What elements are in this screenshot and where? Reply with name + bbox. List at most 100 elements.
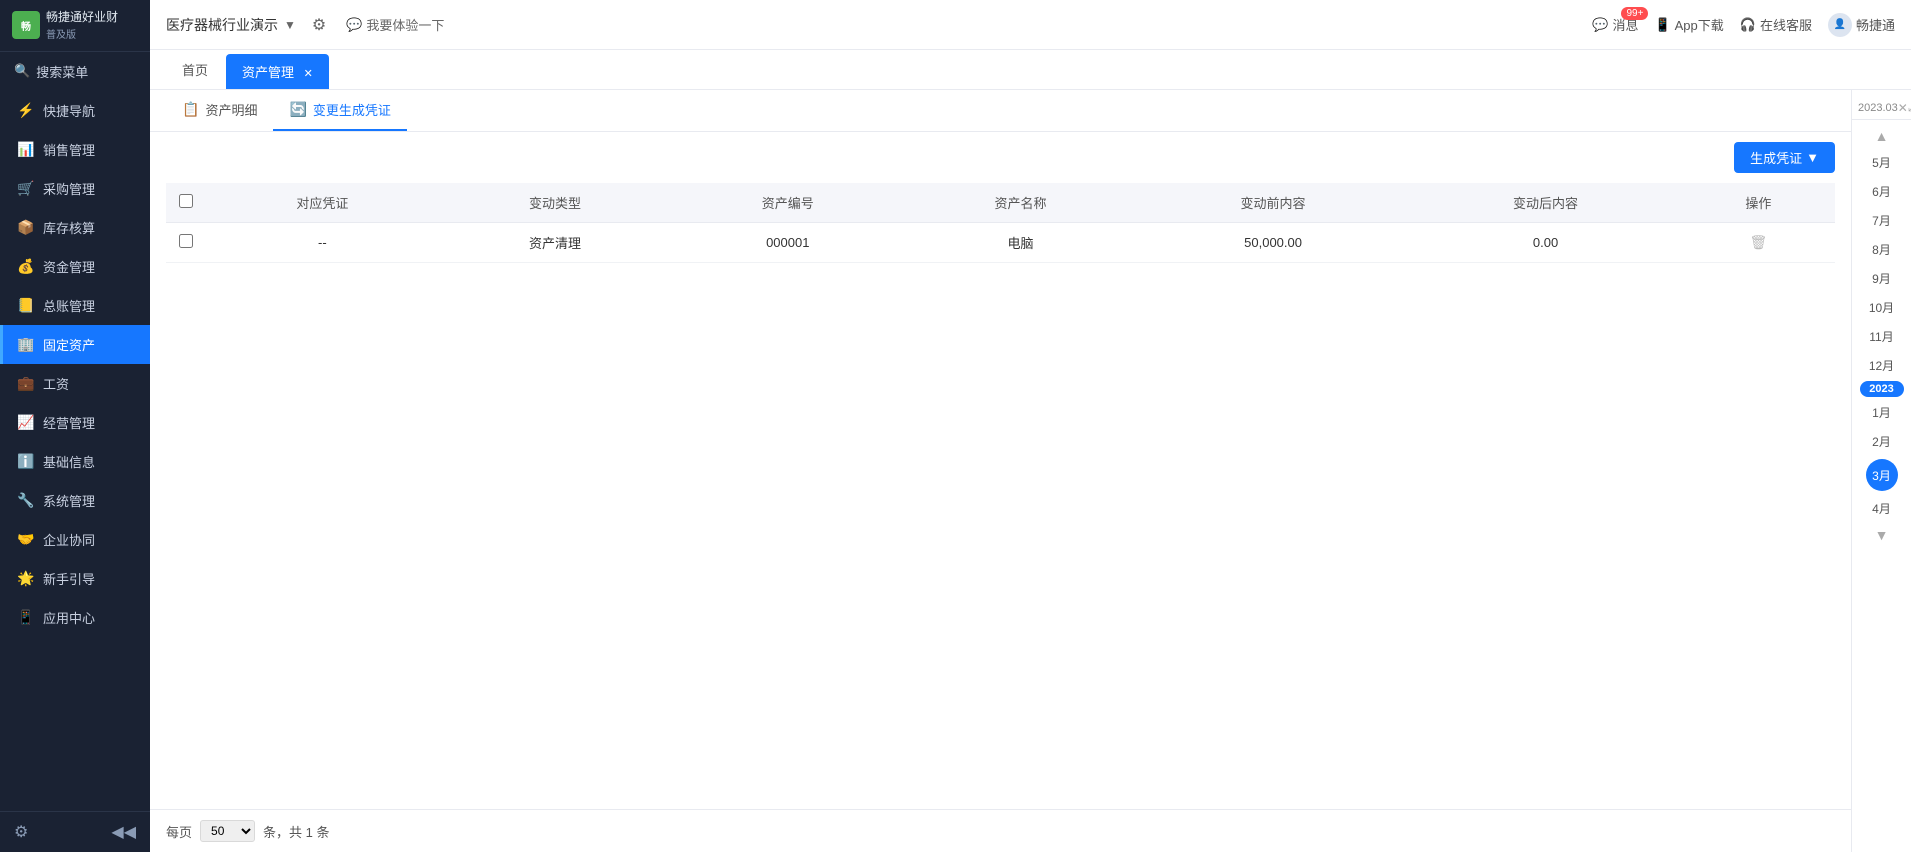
table-row: -- 资产清理 000001 电脑 xyxy=(166,223,1835,263)
logo-text: 畅捷通好业财 普及版 xyxy=(46,10,118,41)
online-service-btn[interactable]: 🎧 在线客服 xyxy=(1740,15,1812,34)
row-after-change: 0.00 xyxy=(1409,223,1682,263)
month-5[interactable]: 5月 xyxy=(1860,149,1904,176)
sidebar-item-ledger[interactable]: 📒 总账管理 xyxy=(0,286,150,325)
sidebar-item-sales[interactable]: 📊 销售管理 xyxy=(0,130,150,169)
funds-icon: 💰 xyxy=(17,258,35,275)
sidebar-item-purchase[interactable]: 🛒 采购管理 xyxy=(0,169,150,208)
table-header-row: 对应凭证 变动类型 资产编号 资产名称 xyxy=(166,183,1835,223)
sidebar-item-system[interactable]: 🔧 系统管理 xyxy=(0,481,150,520)
tab-change-voucher[interactable]: 🔄 变更生成凭证 xyxy=(273,90,406,131)
month-2023-2[interactable]: 2月 xyxy=(1860,428,1904,455)
month-2023-4[interactable]: 4月 xyxy=(1860,495,1904,522)
month-12[interactable]: 12月 xyxy=(1860,352,1904,379)
delete-icon[interactable]: 🗑 xyxy=(1750,234,1768,250)
sidebar-item-guide[interactable]: 🌟 新手引导 xyxy=(0,559,150,598)
sidebar-item-inventory[interactable]: 📦 库存核算 xyxy=(0,208,150,247)
year-2023-badge: 2023 xyxy=(1860,381,1904,397)
collapse-icon[interactable]: ◀◀ xyxy=(111,822,136,842)
col-asset-name: 资产名称 xyxy=(904,183,1137,223)
company-dropdown[interactable]: ▼ xyxy=(284,18,296,32)
inner-tabs: 📋 资产明细 🔄 变更生成凭证 xyxy=(150,90,1851,132)
nav-tabs: 首页 资产管理 ✕ xyxy=(150,50,1911,90)
tab-change-voucher-label: 变更生成凭证 xyxy=(313,100,391,119)
col-before-change: 变动前内容 xyxy=(1137,183,1410,223)
messages-btn[interactable]: 💬 消息 99+ xyxy=(1592,15,1638,34)
company-name: 医疗器械行业演示 xyxy=(166,15,278,35)
year-prev-label: 2023.03 xyxy=(1858,102,1898,114)
sidebar-item-basic-info[interactable]: ℹ️ 基础信息 xyxy=(0,442,150,481)
content-area: 📋 资产明细 🔄 变更生成凭证 生成凭证 ▼ xyxy=(150,90,1911,852)
sidebar-item-salary[interactable]: 💼 工资 xyxy=(0,364,150,403)
dropdown-arrow-icon: ▼ xyxy=(1806,150,1819,165)
close-panel-icon[interactable]: ✕ xyxy=(1898,101,1908,115)
generate-voucher-button[interactable]: 生成凭证 ▼ xyxy=(1734,142,1835,173)
sidebar-item-label: 应用中心 xyxy=(43,608,95,627)
tab-close-icon[interactable]: ✕ xyxy=(304,68,313,80)
search-icon: 🔍 xyxy=(14,63,30,79)
purchase-icon: 🛒 xyxy=(17,180,35,197)
sidebar-item-enterprise[interactable]: 🤝 企业协同 xyxy=(0,520,150,559)
month-11[interactable]: 11月 xyxy=(1860,323,1904,350)
month-10[interactable]: 10月 xyxy=(1860,294,1904,321)
username-label: 畅捷通 xyxy=(1856,15,1895,34)
month-scroll-up-btn[interactable]: ▲ xyxy=(1852,124,1911,148)
month-6[interactable]: 6月 xyxy=(1860,178,1904,205)
sidebar-item-label: 销售管理 xyxy=(43,140,95,159)
sidebar: 畅 畅捷通好业财 普及版 🔍 搜索菜单 ⚡ 快捷导航 📊 销售管理 🛒 采购管理… xyxy=(0,0,150,852)
online-service-label: 在线客服 xyxy=(1760,15,1812,34)
search-label: 搜索菜单 xyxy=(36,62,88,81)
sidebar-item-fixed-assets[interactable]: 🏢 固定资产 xyxy=(0,325,150,364)
basic-info-icon: ℹ️ xyxy=(17,453,35,470)
topbar-right: 💬 消息 99+ 📱 App下载 🎧 在线客服 👤 畅捷通 xyxy=(1592,13,1895,37)
per-page-select[interactable]: 50 10 20 100 xyxy=(200,820,255,842)
row-checkbox[interactable] xyxy=(179,234,193,248)
month-8[interactable]: 8月 xyxy=(1860,236,1904,263)
sidebar-item-label: 基础信息 xyxy=(43,452,95,471)
month-7[interactable]: 7月 xyxy=(1860,207,1904,234)
row-operation: 🗑 xyxy=(1682,223,1835,263)
sidebar-item-label: 资金管理 xyxy=(43,257,95,276)
col-operation: 操作 xyxy=(1682,183,1835,223)
sidebar-item-label: 固定资产 xyxy=(43,335,95,354)
sidebar-item-label: 新手引导 xyxy=(43,569,95,588)
table-toolbar: 生成凭证 ▼ xyxy=(150,132,1851,183)
sidebar-item-quick-nav[interactable]: ⚡ 快捷导航 xyxy=(0,91,150,130)
table-wrapper: 对应凭证 变动类型 资产编号 资产名称 xyxy=(150,183,1851,809)
sidebar-search[interactable]: 🔍 搜索菜单 xyxy=(0,52,150,91)
tab-asset-management[interactable]: 资产管理 ✕ xyxy=(226,54,329,89)
page-content: 📋 资产明细 🔄 变更生成凭证 生成凭证 ▼ xyxy=(150,90,1851,852)
sidebar-item-funds[interactable]: 💰 资金管理 xyxy=(0,247,150,286)
per-page-label: 每页 xyxy=(166,822,192,841)
tab-asset-detail[interactable]: 📋 资产明细 xyxy=(166,90,273,131)
tab-home-label: 首页 xyxy=(182,63,208,78)
logo-edition: 普及版 xyxy=(46,26,118,41)
user-area[interactable]: 👤 畅捷通 xyxy=(1828,13,1895,37)
service-icon: 🎧 xyxy=(1740,17,1756,33)
topbar: 医疗器械行业演示 ▼ ⚙ 💬 我要体验一下 💬 消息 99+ 📱 App下载 🎧… xyxy=(150,0,1911,50)
col-asset-code: 资产编号 xyxy=(671,183,904,223)
month-2023-3-current[interactable]: 3月 xyxy=(1866,459,1898,491)
col-checkbox xyxy=(166,183,206,223)
guide-icon: 🌟 xyxy=(17,570,35,587)
app-center-icon: 📱 xyxy=(17,609,35,626)
feedback-btn[interactable]: 💬 我要体验一下 xyxy=(346,15,444,34)
sidebar-item-label: 工资 xyxy=(43,374,69,393)
month-scroll-down-btn[interactable]: ▼ xyxy=(1852,523,1911,547)
tab-asset-label: 资产管理 xyxy=(242,65,294,80)
select-all-checkbox[interactable] xyxy=(179,194,193,208)
month-9[interactable]: 9月 xyxy=(1860,265,1904,292)
settings-gear-icon[interactable]: ⚙ xyxy=(312,15,326,35)
tab-home[interactable]: 首页 xyxy=(166,52,224,89)
settings-icon[interactable]: ⚙ xyxy=(14,822,28,842)
asset-detail-icon: 📋 xyxy=(182,101,199,118)
tab-asset-detail-label: 资产明细 xyxy=(205,100,257,119)
inventory-icon: 📦 xyxy=(17,219,35,236)
sidebar-item-app-center[interactable]: 📱 应用中心 xyxy=(0,598,150,637)
month-2023-1[interactable]: 1月 xyxy=(1860,399,1904,426)
sidebar-item-operations[interactable]: 📈 经营管理 xyxy=(0,403,150,442)
logo-name: 畅捷通好业财 xyxy=(46,10,118,26)
col-voucher: 对应凭证 xyxy=(206,183,439,223)
system-icon: 🔧 xyxy=(17,492,35,509)
app-download-btn[interactable]: 📱 App下载 xyxy=(1654,15,1723,34)
